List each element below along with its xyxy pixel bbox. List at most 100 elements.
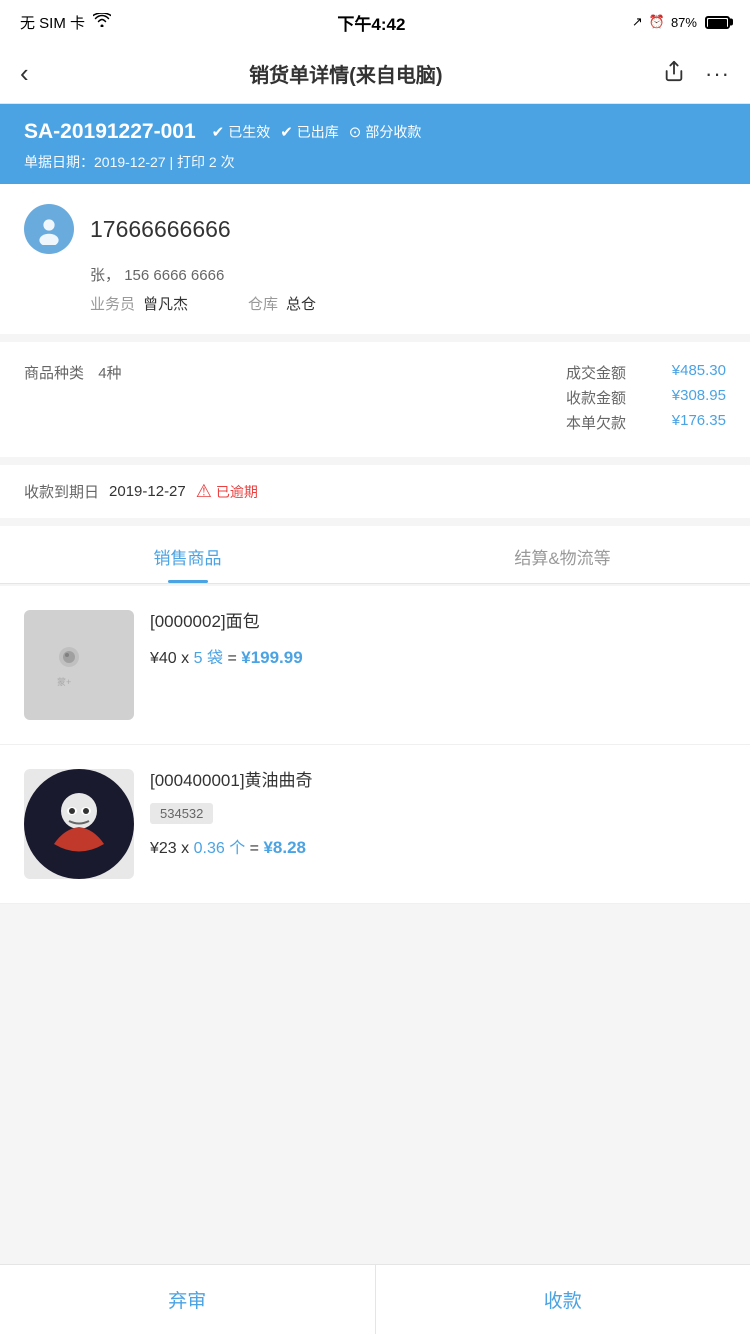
- salesperson-item: 业务员 曾凡杰: [90, 293, 188, 314]
- more-icon[interactable]: ···: [705, 61, 730, 87]
- price-x-2: x: [181, 840, 193, 857]
- price-qty-2: 0.36: [194, 840, 225, 857]
- badge-effective-label: 已生效: [228, 122, 270, 142]
- price-eq-1: =: [227, 650, 241, 667]
- customer-mobile: 156 6666 6666: [124, 267, 224, 284]
- product-name-2: [000400001]黄油曲奇: [150, 769, 726, 793]
- salesperson-label: 业务员: [90, 293, 135, 314]
- tab-settlement-label: 结算&物流等: [514, 549, 610, 568]
- cancel-review-button[interactable]: 弃审: [0, 1265, 376, 1334]
- due-date-value: 2019-12-27: [109, 483, 186, 500]
- share-icon[interactable]: [663, 60, 685, 88]
- price-total-1: ¥199.99: [241, 648, 302, 667]
- customer-card: 17666666666 张， 156 6666 6666 业务员 曾凡杰 仓库 …: [0, 184, 750, 334]
- debt-label: 本单欠款: [566, 412, 626, 433]
- transaction-line: 成交金额 ¥485.30: [566, 362, 726, 383]
- product-name-1: [0000002]面包: [150, 610, 726, 634]
- product-info-2: [000400001]黄油曲奇 534532 ¥23 x 0.36 个 = ¥8…: [150, 769, 726, 879]
- order-id: SA-20191227-001: [24, 120, 196, 144]
- product-price-1: ¥40 x 5 袋 = ¥199.99: [150, 644, 726, 668]
- tab-products-label: 销售商品: [154, 549, 222, 568]
- collect-payment-button[interactable]: 收款: [376, 1265, 750, 1334]
- product-item-2: [000400001]黄油曲奇 534532 ¥23 x 0.36 个 = ¥8…: [0, 745, 750, 904]
- status-badges: ✔ 已生效 ✔ 已出库 ⊙ 部分收款: [212, 122, 422, 142]
- tabs-container: 销售商品 结算&物流等: [0, 526, 750, 584]
- overdue-icon: ⚠: [196, 481, 212, 502]
- salesperson-value: 曾凡杰: [143, 293, 188, 314]
- clock-icon: ⊙: [349, 123, 362, 141]
- category-label: 商品种类: [24, 365, 84, 382]
- warehouse-label: 仓库: [248, 293, 278, 314]
- payment-value: ¥308.95: [646, 387, 726, 408]
- price-total-2: ¥8.28: [263, 838, 306, 857]
- price-base-1: ¥40: [150, 650, 177, 667]
- check-icon-2: ✔: [280, 123, 293, 141]
- overdue-text: 已逾期: [216, 482, 258, 502]
- status-icons: ↗ ⏰ 87%: [632, 14, 730, 30]
- stats-row: 商品种类 4种 成交金额 ¥485.30 收款金额 ¥308.95 本单欠款 ¥…: [24, 362, 726, 437]
- action-bar: 弃审 收款: [0, 1264, 750, 1334]
- customer-meta: 业务员 曾凡杰 仓库 总仓: [90, 293, 726, 314]
- price-unit-2: 个: [229, 840, 245, 857]
- order-print-count: 打印 2 次: [177, 154, 235, 170]
- customer-avatar: [24, 204, 74, 254]
- product-sku-2: 534532: [150, 803, 213, 824]
- warehouse-value: 总仓: [286, 293, 316, 314]
- badge-partial-label: 部分收款: [365, 122, 421, 142]
- stats-card: 商品种类 4种 成交金额 ¥485.30 收款金额 ¥308.95 本单欠款 ¥…: [0, 342, 750, 457]
- order-header-banner: SA-20191227-001 ✔ 已生效 ✔ 已出库 ⊙ 部分收款 单据日期：…: [0, 104, 750, 184]
- price-qty-1: 5: [194, 650, 203, 667]
- warehouse-item: 仓库 总仓: [248, 293, 316, 314]
- badge-shipped-label: 已出库: [297, 122, 339, 142]
- products-section: 蒙+ [0000002]面包 ¥40 x 5 袋 = ¥199.99: [0, 586, 750, 904]
- back-button[interactable]: ‹: [20, 58, 29, 89]
- transaction-value: ¥485.30: [646, 362, 726, 383]
- stats-category: 商品种类 4种: [24, 362, 122, 383]
- badge-effective: ✔ 已生效: [212, 122, 271, 142]
- product-info-1: [0000002]面包 ¥40 x 5 袋 = ¥199.99: [150, 610, 726, 720]
- debt-value: ¥176.35: [646, 412, 726, 433]
- banner-top-row: SA-20191227-001 ✔ 已生效 ✔ 已出库 ⊙ 部分收款: [24, 120, 726, 144]
- status-carrier: 无 SIM 卡: [20, 12, 111, 33]
- transaction-label: 成交金额: [566, 362, 626, 383]
- page-title: 销货单详情(来自电脑): [249, 59, 442, 88]
- badge-partial-payment: ⊙ 部分收款: [349, 122, 422, 142]
- battery-percent: 87%: [671, 15, 697, 30]
- price-unit-1: 袋: [207, 650, 223, 667]
- price-base-2: ¥23: [150, 840, 177, 857]
- nav-bar: ‹ 销货单详情(来自电脑) ···: [0, 44, 750, 104]
- stats-amounts: 成交金额 ¥485.30 收款金额 ¥308.95 本单欠款 ¥176.35: [566, 362, 726, 437]
- customer-row: 17666666666: [24, 204, 726, 254]
- product-thumb-1: 蒙+: [24, 610, 134, 720]
- svg-text:蒙+: 蒙+: [57, 676, 71, 687]
- category-value: 4种: [98, 365, 121, 382]
- status-bar: 无 SIM 卡 下午4:42 ↗ ⏰ 87%: [0, 0, 750, 44]
- customer-name-mobile: 张， 156 6666 6666: [90, 264, 726, 285]
- product-item-1: 蒙+ [0000002]面包 ¥40 x 5 袋 = ¥199.99: [0, 586, 750, 745]
- debt-line: 本单欠款 ¥176.35: [566, 412, 726, 433]
- payment-label: 收款金额: [566, 387, 626, 408]
- check-icon-1: ✔: [212, 123, 225, 141]
- payment-line: 收款金额 ¥308.95: [566, 387, 726, 408]
- tab-settlement[interactable]: 结算&物流等: [375, 526, 750, 583]
- tab-products[interactable]: 销售商品: [0, 526, 375, 583]
- due-date-label: 收款到期日: [24, 481, 99, 502]
- badge-shipped: ✔ 已出库: [280, 122, 339, 142]
- customer-name-text: 张: [90, 267, 105, 284]
- order-separator: |: [170, 154, 178, 170]
- due-date-card: 收款到期日 2019-12-27 ⚠ 已逾期: [0, 465, 750, 518]
- location-icon: ↗: [632, 14, 643, 30]
- wifi-icon: [93, 13, 111, 31]
- price-x-1: x: [181, 650, 193, 667]
- price-eq-2: =: [250, 840, 264, 857]
- product-price-2: ¥23 x 0.36 个 = ¥8.28: [150, 834, 726, 858]
- product-thumb-2: [24, 769, 134, 879]
- customer-phone: 17666666666: [90, 216, 231, 243]
- nav-actions: ···: [663, 60, 730, 88]
- alarm-icon: ⏰: [649, 14, 665, 30]
- battery-icon: [705, 16, 730, 29]
- order-date-label: 单据日期：2019-12-27: [24, 154, 166, 170]
- overdue-badge: ⚠ 已逾期: [196, 481, 258, 502]
- status-time: 下午4:42: [337, 10, 405, 35]
- carrier-text: 无 SIM 卡: [20, 12, 85, 33]
